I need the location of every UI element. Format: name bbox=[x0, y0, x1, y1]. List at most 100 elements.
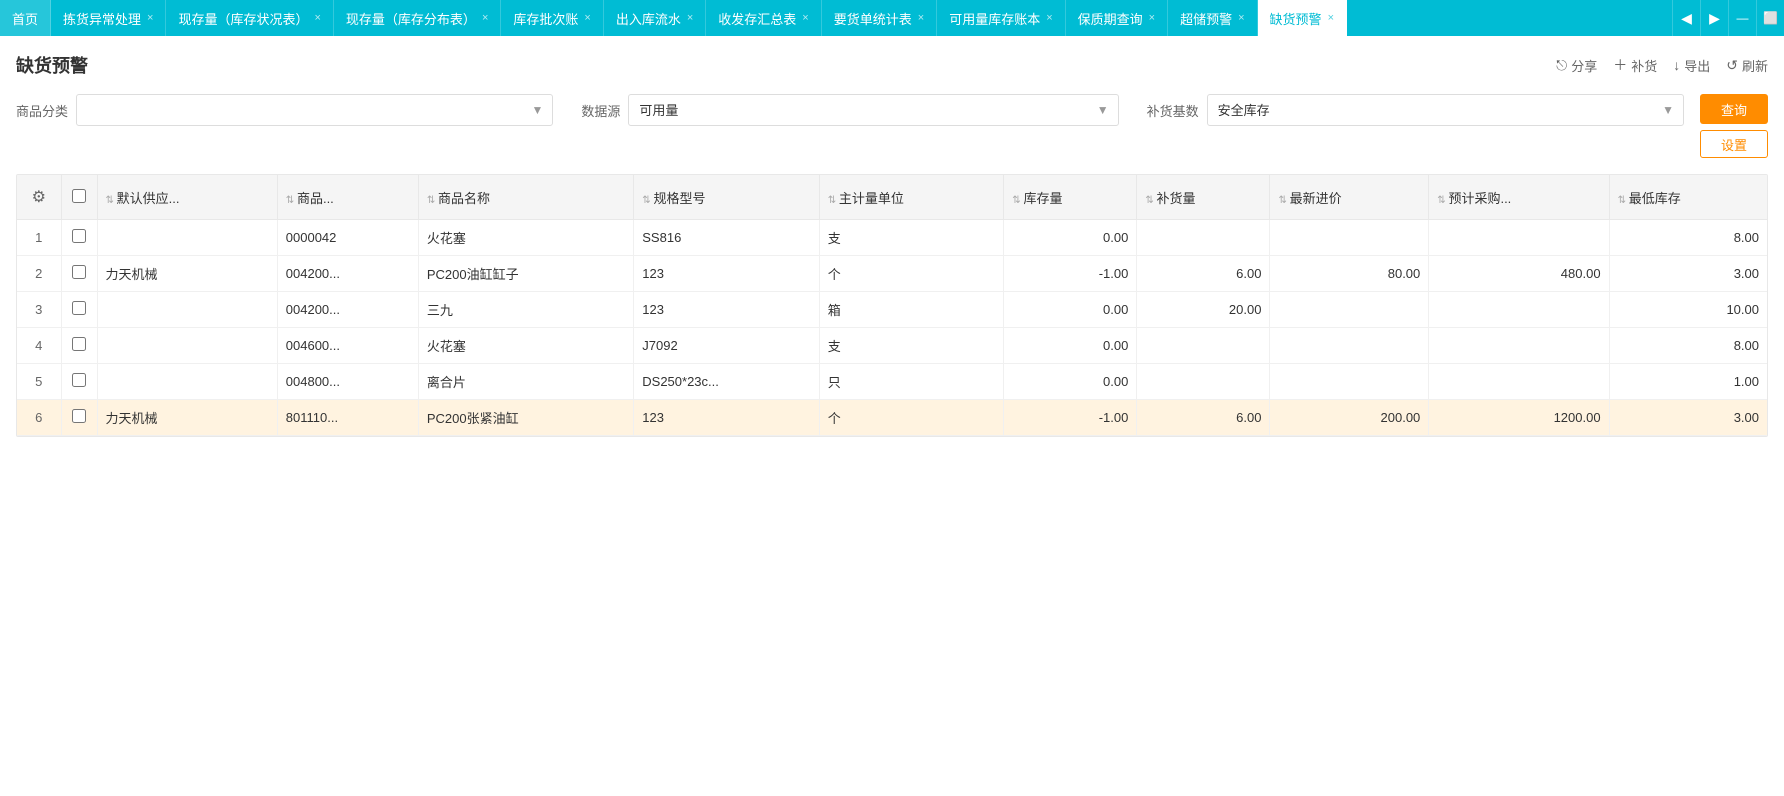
th-checkbox[interactable] bbox=[61, 175, 97, 220]
row-checkbox-cell[interactable] bbox=[61, 364, 97, 400]
row-product-name: 火花塞 bbox=[418, 328, 633, 364]
row-checkbox-cell[interactable] bbox=[61, 220, 97, 256]
nav-tab-close[interactable]: × bbox=[918, 12, 924, 24]
row-index: 2 bbox=[17, 256, 61, 292]
nav-tab-close[interactable]: × bbox=[482, 12, 488, 24]
nav-tab-label: 保质期查询 bbox=[1078, 9, 1143, 28]
nav-tab-9[interactable]: 保质期查询 × bbox=[1066, 0, 1168, 36]
th-unit[interactable]: 主计量单位 bbox=[819, 175, 1004, 220]
row-checkbox-cell[interactable] bbox=[61, 328, 97, 364]
datasource-filter-label: 数据源 bbox=[581, 101, 620, 120]
row-checkbox-cell[interactable] bbox=[61, 292, 97, 328]
nav-tab-1[interactable]: 拣货异常处理× bbox=[51, 0, 166, 36]
row-checkbox[interactable] bbox=[72, 337, 86, 351]
nav-tab-close[interactable]: × bbox=[314, 12, 320, 24]
table-header-row: ⚙ 默认供应... 商品... 商品名称 规格型号 主计量单位 库存量 补货量 … bbox=[17, 175, 1767, 220]
row-stock-qty: 0.00 bbox=[1004, 364, 1137, 400]
th-default-supplier[interactable]: 默认供应... bbox=[97, 175, 277, 220]
th-latest-price[interactable]: 最新进价 bbox=[1270, 175, 1429, 220]
th-estimated-purchase[interactable]: 预计采购... bbox=[1429, 175, 1609, 220]
nav-tab-2[interactable]: 现存量（库存状况表） × bbox=[166, 0, 333, 36]
nav-tab-7[interactable]: 要货单统计表× bbox=[822, 0, 937, 36]
row-stock-qty: 0.00 bbox=[1004, 328, 1137, 364]
row-product-name: 火花塞 bbox=[418, 220, 633, 256]
nav-tab-close[interactable]: × bbox=[1149, 12, 1155, 24]
nav-tab-close[interactable]: × bbox=[1238, 12, 1244, 24]
row-stock-qty: -1.00 bbox=[1004, 256, 1137, 292]
export-button[interactable]: ↓ 导出 bbox=[1673, 56, 1710, 75]
table-row: 5 004800... 离合片 DS250*23c... 只 0.00 1.00 bbox=[17, 364, 1767, 400]
nav-tab-label: 现存量（库存状况表） bbox=[178, 9, 308, 28]
row-latest-price: 200.00 bbox=[1270, 400, 1429, 436]
nav-tab-label: 超储预警 bbox=[1180, 9, 1232, 28]
row-product-name: PC200油缸缸子 bbox=[418, 256, 633, 292]
row-checkbox-cell[interactable] bbox=[61, 400, 97, 436]
category-select[interactable] bbox=[76, 94, 553, 126]
row-stock-qty: 0.00 bbox=[1004, 292, 1137, 328]
row-unit: 个 bbox=[819, 400, 1004, 436]
nav-tab-close[interactable]: × bbox=[687, 12, 693, 24]
row-checkbox[interactable] bbox=[72, 373, 86, 387]
datasource-select[interactable]: 可用量 bbox=[628, 94, 1118, 126]
row-spec: SS816 bbox=[634, 220, 819, 256]
th-product-name[interactable]: 商品名称 bbox=[418, 175, 633, 220]
query-button[interactable]: 查询 bbox=[1700, 94, 1768, 124]
nav-right-arrow[interactable]: ▶ bbox=[1700, 0, 1728, 36]
nav-tab-11[interactable]: 缺货预警× bbox=[1258, 0, 1347, 36]
top-nav: 首页拣货异常处理×现存量（库存状况表）×现存量（库存分布表）×库存批次账×出入库… bbox=[0, 0, 1784, 36]
nav-tab-6[interactable]: 收发存汇总表× bbox=[706, 0, 821, 36]
nav-tab-3[interactable]: 现存量（库存分布表）× bbox=[334, 0, 501, 36]
nav-tab-label: 出入库流水 bbox=[616, 9, 681, 28]
data-table: ⚙ 默认供应... 商品... 商品名称 规格型号 主计量单位 库存量 补货量 … bbox=[16, 174, 1768, 437]
row-estimated-purchase bbox=[1429, 220, 1609, 256]
nav-tab-close[interactable]: × bbox=[1328, 12, 1334, 24]
page-container: 缺货预警 ⎋ 分享 ＋ 补货 ↓ 导出 ↺ 刷新 商品分类 bbox=[0, 36, 1784, 796]
row-default-supplier bbox=[97, 220, 277, 256]
select-all-checkbox[interactable] bbox=[72, 189, 86, 203]
row-product-name: 离合片 bbox=[418, 364, 633, 400]
th-stock-qty[interactable]: 库存量 bbox=[1004, 175, 1137, 220]
replenish-select[interactable]: 安全库存 bbox=[1207, 94, 1684, 126]
row-checkbox[interactable] bbox=[72, 301, 86, 315]
settings-button[interactable]: 设置 bbox=[1700, 130, 1768, 158]
nav-maximize-btn[interactable]: ⬜ bbox=[1756, 0, 1784, 36]
row-spec: 123 bbox=[634, 256, 819, 292]
th-product-code[interactable]: 商品... bbox=[277, 175, 418, 220]
th-spec[interactable]: 规格型号 bbox=[634, 175, 819, 220]
nav-tab-close[interactable]: × bbox=[147, 12, 153, 24]
share-icon: ⎋ bbox=[1556, 57, 1567, 74]
nav-tab-close[interactable]: × bbox=[802, 12, 808, 24]
table-settings-icon[interactable]: ⚙ bbox=[27, 185, 51, 209]
replenish-button[interactable]: ＋ 补货 bbox=[1613, 55, 1657, 75]
row-estimated-purchase: 1200.00 bbox=[1429, 400, 1609, 436]
th-replenish-qty[interactable]: 补货量 bbox=[1137, 175, 1270, 220]
nav-left-arrow[interactable]: ◀ bbox=[1672, 0, 1700, 36]
page-header: 缺货预警 ⎋ 分享 ＋ 补货 ↓ 导出 ↺ 刷新 bbox=[16, 52, 1768, 78]
row-replenish-qty: 6.00 bbox=[1137, 400, 1270, 436]
row-spec: 123 bbox=[634, 292, 819, 328]
table-row: 6 力天机械 801110... PC200张紧油缸 123 个 -1.00 6… bbox=[17, 400, 1767, 436]
nav-tab-close[interactable]: × bbox=[584, 12, 590, 24]
row-checkbox[interactable] bbox=[72, 265, 86, 279]
th-min-stock[interactable]: 最低库存 bbox=[1609, 175, 1767, 220]
nav-tab-0[interactable]: 首页 bbox=[0, 0, 51, 36]
nav-tab-10[interactable]: 超储预警 × bbox=[1168, 0, 1257, 36]
replenish-filter-label: 补货基数 bbox=[1147, 101, 1199, 120]
replenish-icon: ＋ bbox=[1613, 55, 1627, 75]
row-latest-price bbox=[1270, 292, 1429, 328]
page-title: 缺货预警 bbox=[16, 52, 88, 78]
row-index: 4 bbox=[17, 328, 61, 364]
row-min-stock: 8.00 bbox=[1609, 220, 1767, 256]
refresh-button[interactable]: ↺ 刷新 bbox=[1726, 56, 1768, 75]
row-checkbox[interactable] bbox=[72, 229, 86, 243]
nav-minimize-btn[interactable]: — bbox=[1728, 0, 1756, 36]
row-checkbox[interactable] bbox=[72, 409, 86, 423]
row-default-supplier bbox=[97, 328, 277, 364]
nav-tab-5[interactable]: 出入库流水 × bbox=[604, 0, 706, 36]
share-button[interactable]: ⎋ 分享 bbox=[1556, 56, 1597, 75]
th-settings[interactable]: ⚙ bbox=[17, 175, 61, 220]
nav-tab-close[interactable]: × bbox=[1046, 12, 1052, 24]
nav-tab-4[interactable]: 库存批次账× bbox=[501, 0, 603, 36]
row-checkbox-cell[interactable] bbox=[61, 256, 97, 292]
nav-tab-8[interactable]: 可用量库存账本× bbox=[937, 0, 1065, 36]
